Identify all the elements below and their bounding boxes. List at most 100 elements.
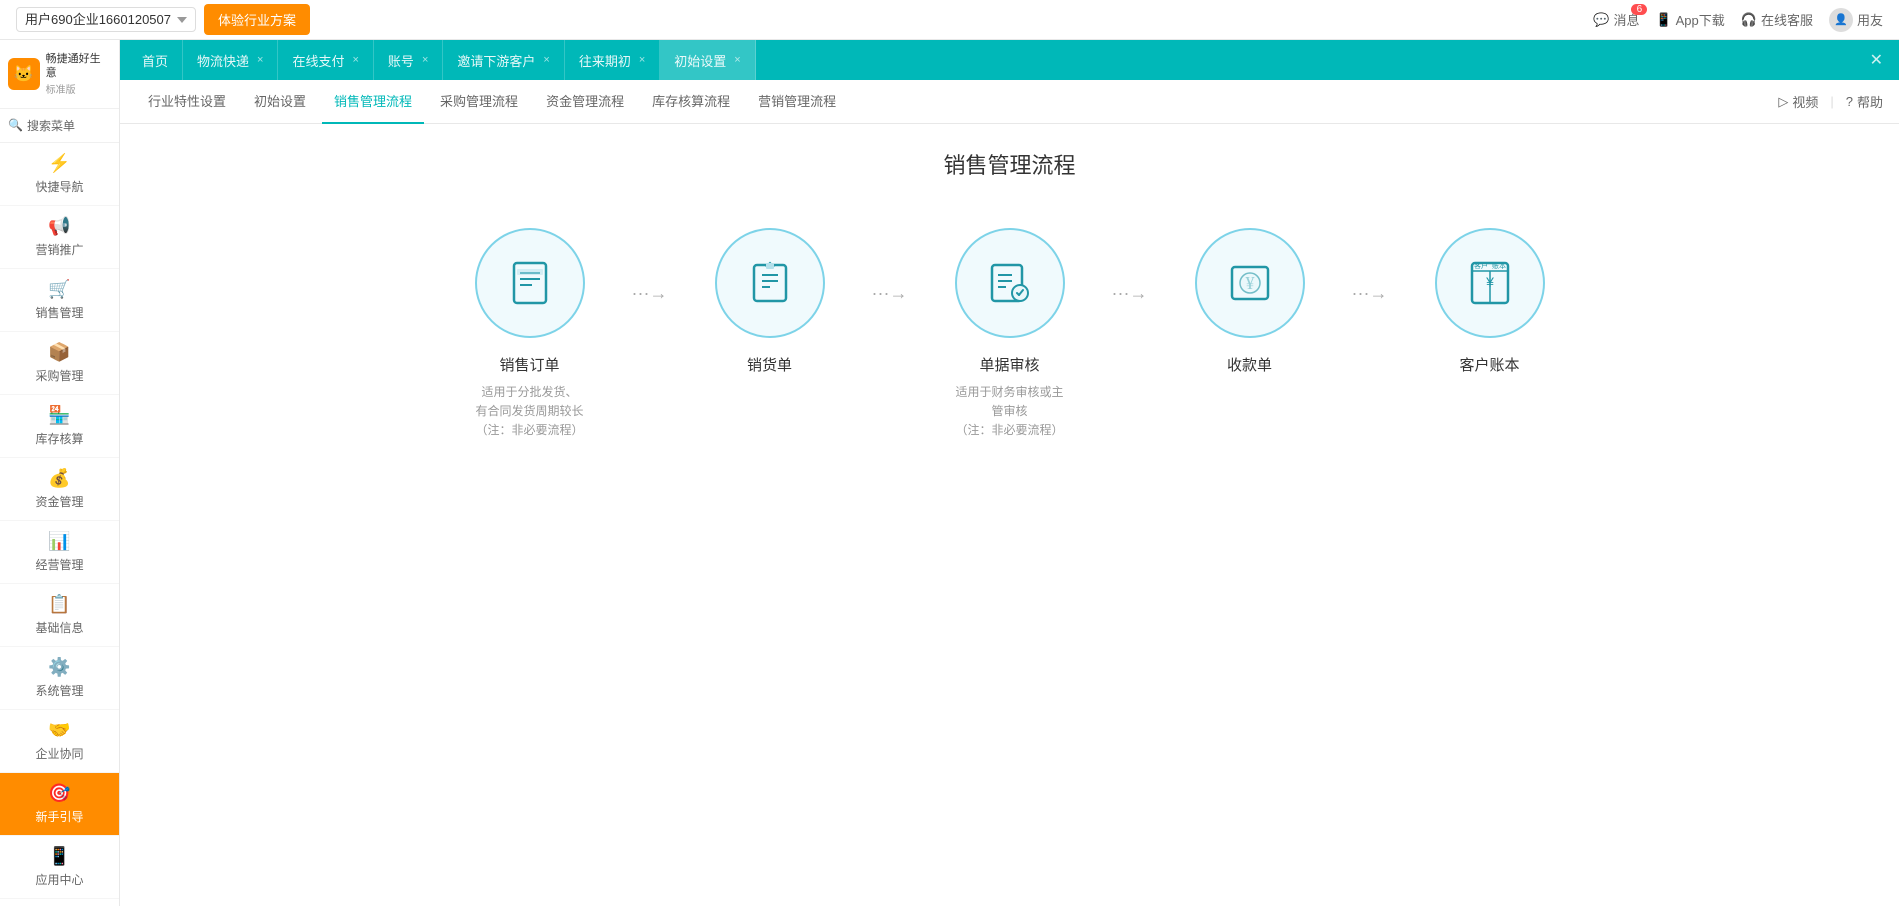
nav-tab-chushi-close[interactable]: × [734, 54, 740, 66]
sidebar-label-kuaijie: 快捷导航 [35, 178, 83, 195]
megaphone-icon: 📢 [48, 216, 70, 237]
sub-tab-zijin-label: 资金管理流程 [546, 91, 624, 110]
avatar: 👤 [1829, 8, 1853, 32]
nav-tab-yaoqing-label: 邀请下游客户 [457, 51, 535, 70]
nav-tab-wanglai-label: 往来期初 [579, 51, 631, 70]
nav-tab-chushi-label: 初始设置 [674, 51, 726, 70]
flow-item-xiaohuo-dan: 销货单 [680, 228, 860, 383]
sidebar-item-kucun[interactable]: 🏪 库存核算 [0, 395, 119, 458]
nav-tab-zhang-close[interactable]: × [422, 54, 428, 66]
nav-tab-zhifu-close[interactable]: × [352, 54, 358, 66]
sidebar-label-jichu: 基础信息 [35, 619, 83, 636]
sidebar-label-xinshou: 新手引导 [35, 808, 83, 825]
svg-text:客户: 客户 [1474, 261, 1488, 270]
arrow-icon-2: ···→ [872, 283, 908, 304]
payment-icon: ¥ [1224, 257, 1276, 309]
sidebar-item-kuaijie[interactable]: ⚡ 快捷导航 [0, 143, 119, 206]
app-download-item[interactable]: 📱 App下载 [1655, 10, 1724, 29]
flow-arrow-3: ···→ [1100, 228, 1160, 304]
nav-tab-chushi[interactable]: 初始设置 × [660, 40, 755, 80]
nav-tab-wuliu-label: 物流快递 [197, 51, 249, 70]
sub-tab-hangye[interactable]: 行业特性设置 [136, 80, 238, 124]
close-all-tabs[interactable]: ✕ [1862, 50, 1891, 70]
sidebar-label-yingyong: 应用中心 [35, 871, 83, 888]
sub-tab-kucun[interactable]: 库存核算流程 [640, 80, 742, 124]
flow-circle-xiaohuo-dan [715, 228, 825, 338]
sub-tab-hangye-label: 行业特性设置 [148, 91, 226, 110]
order-icon [504, 257, 556, 309]
flow-arrow-1: ···→ [620, 228, 680, 304]
sidebar-item-xiaoshou[interactable]: 🛒 销售管理 [0, 269, 119, 332]
help-action[interactable]: ? 帮助 [1846, 92, 1883, 111]
sidebar-item-yingyong[interactable]: 📱 应用中心 [0, 836, 119, 899]
nav-tab-zhifu[interactable]: 在线支付 × [278, 40, 373, 80]
video-action[interactable]: ▷ 视频 [1778, 92, 1818, 111]
sidebar-item-caigou[interactable]: 📦 采购管理 [0, 332, 119, 395]
sub-tab-yingxiao[interactable]: 营销管理流程 [746, 80, 848, 124]
flow-circle-zhangben: 客户 账本 ¥ [1435, 228, 1545, 338]
flow-name-xiaohuo-dan: 销货单 [747, 354, 792, 375]
user-avatar-item[interactable]: 👤 用友 [1829, 8, 1883, 32]
sidebar-item-zijin[interactable]: 💰 资金管理 [0, 458, 119, 521]
nav-tab-wuliu-close[interactable]: × [257, 54, 263, 66]
sidebar-label-xiaoshou: 销售管理 [35, 304, 83, 321]
flow-name-xiaoshou-dingdan: 销售订单 [499, 354, 559, 375]
nav-tab-wanglai-close[interactable]: × [639, 54, 645, 66]
ledger-icon: 客户 账本 ¥ [1464, 257, 1516, 309]
sidebar-search[interactable]: 🔍 搜索菜单 [0, 109, 119, 143]
sidebar-item-yingxiao[interactable]: 📢 营销推广 [0, 206, 119, 269]
content-area: 首页 物流快递 × 在线支付 × 账号 × 邀请下游客户 × 往来期初 × [120, 40, 1899, 906]
flow-desc-shenhe: 适用于财务审核或主管审核（注：非必要流程） [955, 383, 1063, 441]
audit-icon [984, 257, 1036, 309]
sidebar-label-qiye: 企业协同 [35, 745, 83, 762]
experience-btn[interactable]: 体验行业方案 [204, 4, 310, 35]
money-icon: 💰 [48, 468, 70, 489]
nav-tab-home[interactable]: 首页 [128, 40, 183, 80]
nav-tab-zhang[interactable]: 账号 × [374, 40, 443, 80]
flow-desc-xiaoshou-dingdan: 适用于分批发货、有合同发货周期较长（注：非必要流程） [475, 383, 583, 441]
sidebar-item-xinshou[interactable]: 🎯 新手引导 [0, 773, 119, 836]
flow-name-shenhe: 单据审核 [979, 354, 1039, 375]
user-selector[interactable]: 用户690企业1660120507 [16, 7, 196, 32]
top-bar-right: 💬 消息 6 📱 App下载 🎧 在线客服 👤 用友 [1593, 8, 1883, 32]
arrow-icon-4: ···→ [1352, 283, 1388, 304]
page-title: 销售管理流程 [160, 148, 1859, 180]
top-bar: 用户690企业1660120507 体验行业方案 💬 消息 6 📱 App下载 … [0, 0, 1899, 40]
flow-diagram: 销售订单 适用于分批发货、有合同发货周期较长（注：非必要流程） ···→ [160, 228, 1859, 441]
sub-tab-xiaoshou-label: 销售管理流程 [334, 91, 412, 110]
mobile-icon: 📱 [48, 846, 70, 867]
sub-tab-caigou[interactable]: 采购管理流程 [428, 80, 530, 124]
sidebar-item-jichu[interactable]: 📋 基础信息 [0, 584, 119, 647]
sidebar-item-qiyeweixin[interactable]: 💬 企业微信 [0, 899, 119, 906]
sub-tab-xiaoshou[interactable]: 销售管理流程 [322, 80, 424, 124]
flash-icon: ⚡ [48, 153, 70, 174]
nav-tab-yaoqing-close[interactable]: × [543, 54, 549, 66]
box-icon: 📦 [48, 342, 70, 363]
page-content: 销售管理流程 销售订单 适用于分批发货、有合同发货周期较长（ [120, 124, 1899, 906]
video-label: 视频 [1792, 92, 1818, 111]
online-service-item[interactable]: 🎧 在线客服 [1741, 10, 1813, 29]
delivery-icon [744, 257, 796, 309]
search-label: 搜索菜单 [27, 117, 75, 134]
flow-arrow-2: ···→ [860, 228, 920, 304]
message-icon-item[interactable]: 💬 消息 6 [1593, 10, 1639, 29]
nav-tab-yaoqing[interactable]: 邀请下游客户 × [443, 40, 564, 80]
arrow-icon-3: ···→ [1112, 283, 1148, 304]
sub-tab-actions: ▷ 视频 | ? 帮助 [1778, 92, 1883, 111]
sub-tab-kucun-label: 库存核算流程 [652, 91, 730, 110]
nav-tab-wuliu[interactable]: 物流快递 × [183, 40, 278, 80]
nav-tab-wanglai[interactable]: 往来期初 × [565, 40, 660, 80]
logo-title: 畅捷通好生意 [46, 52, 111, 81]
nav-tab-zhifu-label: 在线支付 [292, 51, 344, 70]
sidebar-item-qiye[interactable]: 🤝 企业协同 [0, 710, 119, 773]
sidebar-item-jingying[interactable]: 📊 经营管理 [0, 521, 119, 584]
logo-icon: 🐱 [8, 58, 40, 90]
sidebar-item-xitong[interactable]: ⚙️ 系统管理 [0, 647, 119, 710]
search-icon: 🔍 [8, 118, 23, 132]
flow-item-shoukuan: ¥ 收款单 [1160, 228, 1340, 383]
sub-tab-chushi[interactable]: 初始设置 [242, 80, 318, 124]
message-icon: 💬 [1593, 12, 1609, 28]
sub-tab-zijin[interactable]: 资金管理流程 [534, 80, 636, 124]
svg-text:账本: 账本 [1492, 261, 1506, 270]
online-service-label: 在线客服 [1761, 10, 1813, 29]
